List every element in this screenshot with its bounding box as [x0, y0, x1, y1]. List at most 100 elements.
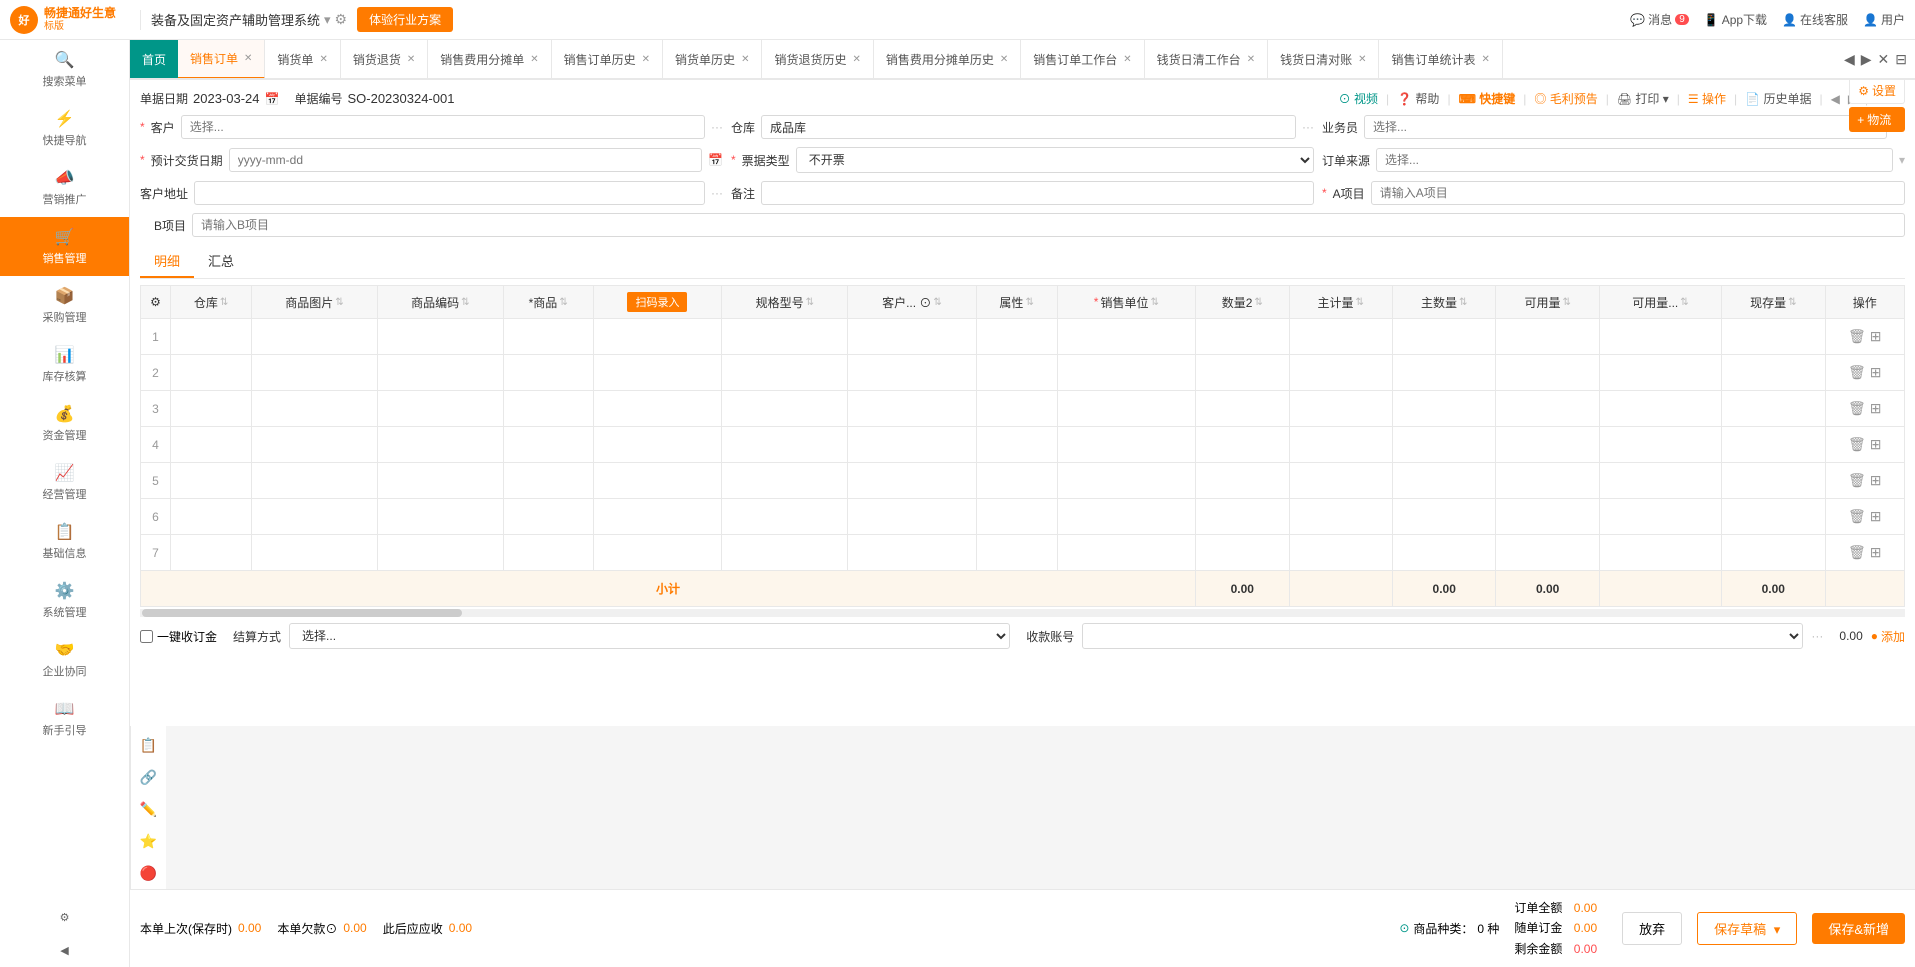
- next-tab-arrow[interactable]: ▶: [1858, 51, 1875, 68]
- dropdown-icon[interactable]: ▾: [324, 12, 331, 28]
- tab-sales-expense[interactable]: 销售费用分摊单 ✕: [428, 40, 551, 79]
- order-source-dropdown[interactable]: ▾: [1899, 153, 1905, 167]
- tab-order-history[interactable]: 销售订单历史 ✕: [552, 40, 663, 79]
- delivery-input[interactable]: [229, 148, 702, 172]
- staff-input[interactable]: [1364, 115, 1887, 139]
- delete-row-icon[interactable]: 🗑: [1848, 400, 1866, 417]
- warehouse-input[interactable]: [761, 115, 1296, 139]
- sort-icon3[interactable]: ⇅: [461, 297, 469, 308]
- copy-row-icon[interactable]: ⊞: [1870, 436, 1882, 453]
- rp-link-icon[interactable]: 🔗: [134, 763, 164, 793]
- message-item[interactable]: 💬 消息 9: [1630, 11, 1689, 28]
- toolbar-profit[interactable]: ◎ 毛利预告: [1534, 90, 1597, 107]
- tab-sales-order-close[interactable]: ✕: [244, 53, 252, 64]
- tab-close[interactable]: ✕: [1000, 54, 1008, 65]
- delete-row-icon[interactable]: 🗑: [1848, 544, 1866, 561]
- tab-expense-history[interactable]: 销售费用分摊单历史 ✕: [874, 40, 1021, 79]
- scrollbar-thumb[interactable]: [142, 609, 462, 617]
- save-draft-btn[interactable]: 保存草稿 ▾: [1697, 912, 1797, 945]
- sort-icon14[interactable]: ⇅: [1788, 297, 1796, 308]
- settlement-select[interactable]: 选择...: [289, 623, 1010, 649]
- account-select[interactable]: [1082, 623, 1803, 649]
- sort-icon2[interactable]: ⇅: [335, 297, 343, 308]
- tab-close[interactable]: ✕: [1247, 54, 1255, 65]
- sort-icon9[interactable]: ⇅: [1254, 297, 1262, 308]
- one-click-checkbox[interactable]: 一键收订金: [140, 628, 217, 645]
- payment-expand-icon[interactable]: ···: [1811, 629, 1823, 643]
- tab-close[interactable]: ✕: [1123, 54, 1131, 65]
- delete-row-icon[interactable]: 🗑: [1848, 472, 1866, 489]
- settings-button[interactable]: ⚙ 设置: [1849, 80, 1905, 104]
- ticket-select[interactable]: 不开票 增值税普通发票 增值税专用发票: [796, 147, 1314, 173]
- address-expand-icon[interactable]: ···: [711, 186, 723, 200]
- delete-row-icon[interactable]: 🗑: [1848, 508, 1866, 525]
- sort-icon7[interactable]: ⇅: [1025, 297, 1033, 308]
- sidebar-item-quicknav[interactable]: ⚡ 快捷导航: [0, 99, 129, 158]
- settings-icon[interactable]: ⚙: [335, 11, 348, 28]
- tab-close[interactable]: ✕: [741, 54, 749, 65]
- tab-sales-order[interactable]: 销售订单 ✕: [178, 40, 265, 79]
- a-project-input[interactable]: [1371, 181, 1905, 205]
- one-click-checkbox-input[interactable]: [140, 630, 153, 643]
- horizontal-scrollbar[interactable]: [140, 609, 1905, 617]
- tab-close[interactable]: ✕: [642, 54, 650, 65]
- order-source-input[interactable]: [1376, 148, 1893, 172]
- delete-row-icon[interactable]: 🗑: [1848, 436, 1866, 453]
- toolbar-history[interactable]: 📄 历史单据: [1745, 90, 1811, 107]
- remark-input[interactable]: [761, 181, 1314, 205]
- copy-row-icon[interactable]: ⊞: [1870, 544, 1882, 561]
- tab-detail[interactable]: 明细: [140, 245, 194, 278]
- prev-tab-arrow[interactable]: ◀: [1841, 51, 1858, 68]
- sidebar-item-basic[interactable]: 📋 基础信息: [0, 512, 129, 571]
- tab-close[interactable]: ✕: [1482, 54, 1490, 65]
- online-service[interactable]: 👤 在线客服: [1782, 11, 1848, 28]
- tab-goods-history[interactable]: 销货单历史 ✕: [663, 40, 762, 79]
- warehouse-expand-icon[interactable]: ···: [1302, 120, 1314, 134]
- sidebar-item-purchase[interactable]: 📦 采购管理: [0, 276, 129, 335]
- sidebar-settings[interactable]: ⚙: [0, 901, 129, 934]
- tab-sales-goods[interactable]: 销货单 ✕: [265, 40, 340, 79]
- save-draft-dropdown[interactable]: ▾: [1774, 922, 1781, 937]
- sidebar-collapse[interactable]: ◀: [0, 934, 129, 967]
- sidebar-item-sales[interactable]: 🛒 销售管理: [0, 217, 129, 276]
- rp-edit-icon[interactable]: ✏️: [134, 795, 164, 825]
- tab-order-summary[interactable]: 销售订单统计表 ✕: [1379, 40, 1502, 79]
- sort-icon10[interactable]: ⇅: [1356, 297, 1364, 308]
- rp-star-icon[interactable]: ⭐: [134, 827, 164, 857]
- industry-btn[interactable]: 体验行业方案: [357, 7, 453, 32]
- copy-row-icon[interactable]: ⊞: [1870, 400, 1882, 417]
- save-new-btn[interactable]: 保存&新增: [1812, 913, 1905, 944]
- sort-icon11[interactable]: ⇅: [1459, 297, 1467, 308]
- toolbar-help[interactable]: ❓ 帮助: [1397, 90, 1439, 107]
- close-all-tabs[interactable]: ✕: [1875, 51, 1893, 68]
- tab-home[interactable]: 首页: [130, 40, 178, 79]
- calendar2-icon[interactable]: 📅: [708, 153, 723, 167]
- sort-icon4[interactable]: ⇅: [559, 297, 567, 308]
- tab-summary[interactable]: 汇总: [194, 245, 248, 278]
- copy-row-icon[interactable]: ⊞: [1870, 364, 1882, 381]
- tab-order-workspace[interactable]: 销售订单工作台 ✕: [1021, 40, 1144, 79]
- toolbar-print[interactable]: 🖨 打印 ▾: [1617, 90, 1669, 107]
- sort-icon12[interactable]: ⇅: [1562, 297, 1570, 308]
- sidebar-item-search[interactable]: 🔍 搜索菜单: [0, 40, 129, 99]
- calendar-icon[interactable]: 📅: [265, 92, 280, 106]
- sidebar-item-finance[interactable]: 💰 资金管理: [0, 394, 129, 453]
- rp-alert-icon[interactable]: 🔴: [134, 859, 164, 889]
- sort-icon6[interactable]: ⇅: [933, 297, 941, 308]
- sidebar-item-guide[interactable]: 📖 新手引导: [0, 689, 129, 748]
- toolbar-operation[interactable]: ☰ 操作: [1688, 90, 1726, 107]
- app-download[interactable]: 📱 App下载: [1704, 11, 1767, 28]
- sidebar-item-enterprise[interactable]: 🤝 企业协同: [0, 630, 129, 689]
- sidebar-item-marketing[interactable]: 📣 营销推广: [0, 158, 129, 217]
- tab-close[interactable]: ✕: [319, 54, 327, 65]
- tab-close[interactable]: ✕: [407, 54, 415, 65]
- copy-row-icon[interactable]: ⊞: [1870, 328, 1882, 345]
- prev-record-arrow[interactable]: ◀: [1831, 92, 1840, 106]
- toolbar-shortcut[interactable]: ⌨ 快捷键: [1459, 90, 1516, 107]
- tab-close[interactable]: ✕: [530, 54, 538, 65]
- copy-row-icon[interactable]: ⊞: [1870, 472, 1882, 489]
- add-logistics-btn[interactable]: + 物流: [1849, 107, 1905, 132]
- tab-close[interactable]: ✕: [1358, 54, 1366, 65]
- sort-icon13[interactable]: ⇅: [1680, 297, 1688, 308]
- customer-expand-icon[interactable]: ···: [711, 120, 723, 134]
